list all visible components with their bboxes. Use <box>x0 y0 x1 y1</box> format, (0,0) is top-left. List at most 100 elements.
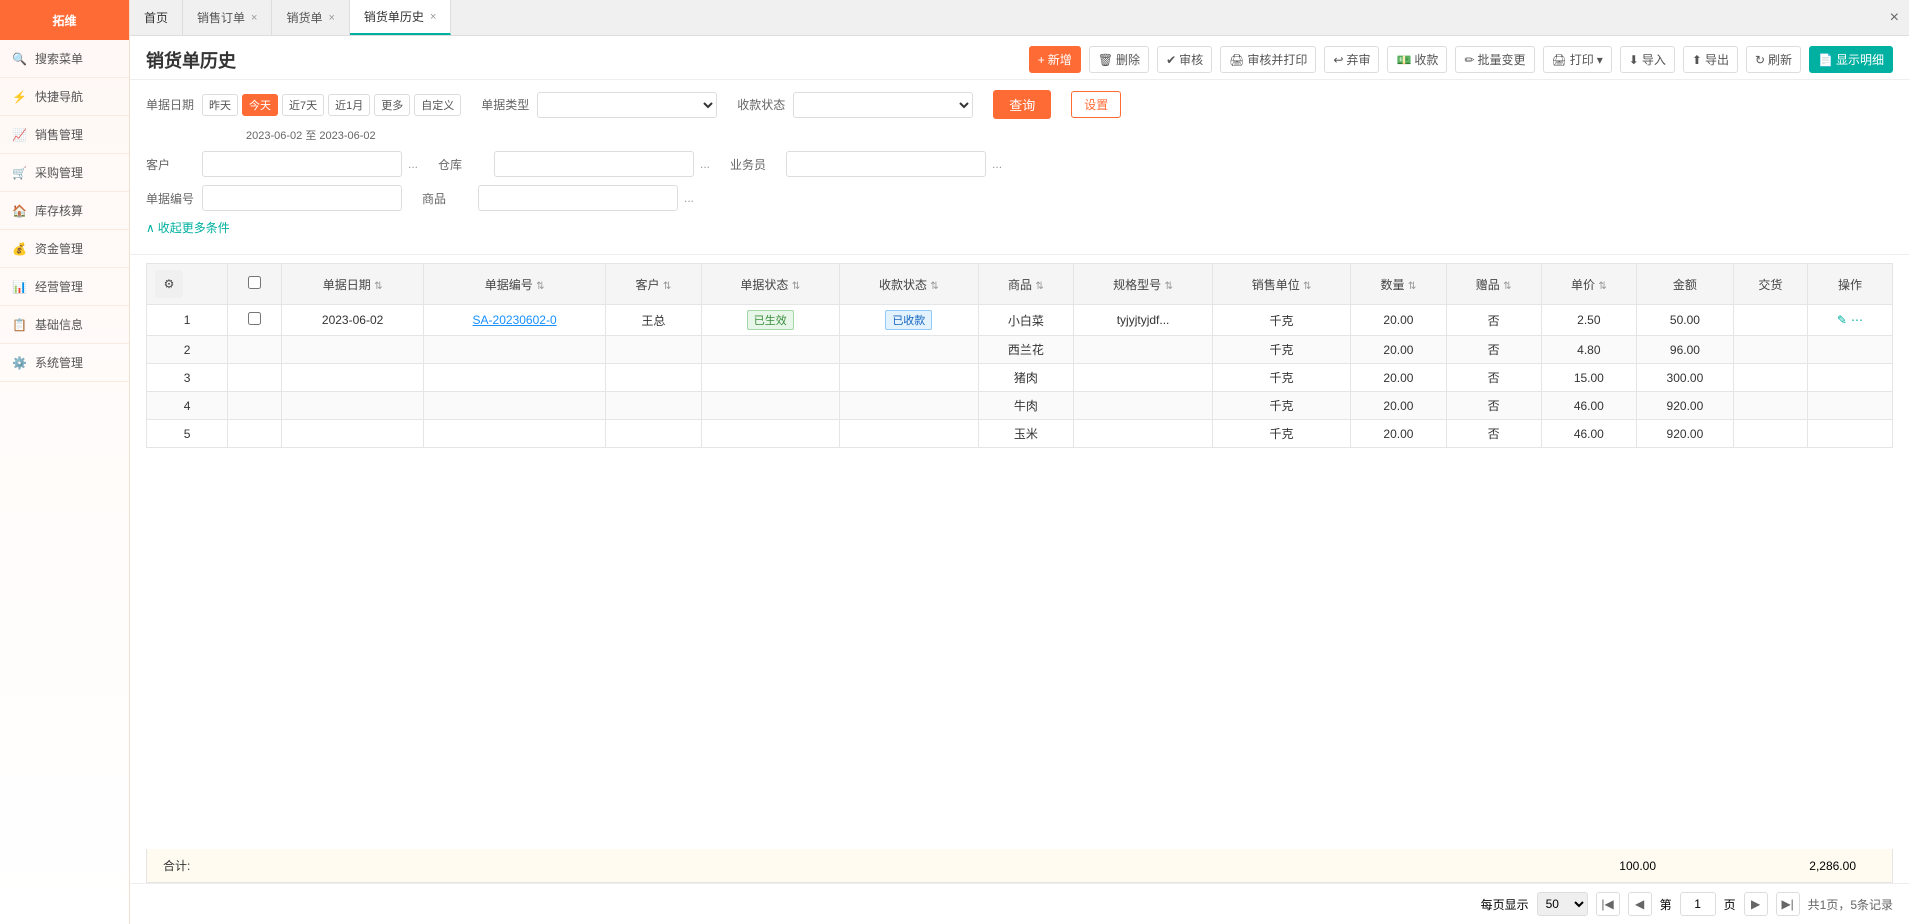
col-checkbox[interactable] <box>228 264 282 305</box>
col-gift-sort[interactable]: ⇅ <box>1503 281 1511 292</box>
col-payment-status-sort[interactable]: ⇅ <box>930 281 938 292</box>
col-doc-date-sort[interactable]: ⇅ <box>374 281 382 292</box>
payment-status-select[interactable] <box>793 92 973 118</box>
settings-gear-icon[interactable]: ⚙ <box>155 270 183 298</box>
staff-input[interactable] <box>786 151 986 177</box>
tab-sales-shipment-close[interactable]: × <box>328 12 334 24</box>
col-spec: 规格型号 ⇅ <box>1074 264 1213 305</box>
col-doc-status-sort[interactable]: ⇅ <box>792 281 800 292</box>
date-btn-yesterday[interactable]: 昨天 <box>202 94 238 116</box>
customer-input[interactable] <box>202 151 402 177</box>
date-btn-7days[interactable]: 近7天 <box>282 94 324 116</box>
batch-change-button[interactable]: ✏ 批量变更 <box>1455 46 1534 73</box>
row-checkbox[interactable] <box>248 312 261 325</box>
collapse-button[interactable]: ∧ 收起更多条件 <box>146 219 230 236</box>
cell-checkbox[interactable] <box>228 420 282 448</box>
sidebar-item-finance[interactable]: 💰 资金管理 <box>0 230 129 268</box>
tab-sales-shipment[interactable]: 销货单 × <box>272 0 349 35</box>
col-doc-no-sort[interactable]: ⇅ <box>536 281 544 292</box>
cell-checkbox[interactable] <box>228 336 282 364</box>
table-row: 5 玉米 千克 20.00 否 46.00 920.00 <box>147 420 1893 448</box>
edit-action[interactable]: ✎ <box>1837 313 1847 327</box>
tab-sales-order[interactable]: 销售订单 × <box>183 0 272 35</box>
col-product: 商品 ⇅ <box>978 264 1074 305</box>
tab-sales-history[interactable]: 销货单历史 × <box>350 0 451 35</box>
main-area: 首页 销售订单 × 销货单 × 销货单历史 × × 销货单历史 + 新增 <box>130 0 1909 924</box>
date-btn-more[interactable]: 更多 <box>374 94 410 116</box>
print-icon: 🖨 <box>1552 53 1567 67</box>
sidebar-item-label: 快捷导航 <box>35 88 83 105</box>
staff-dots[interactable]: ... <box>992 157 1002 171</box>
add-button[interactable]: + 新增 <box>1029 46 1081 73</box>
sidebar-item-operations[interactable]: 📊 经营管理 <box>0 268 129 306</box>
import-button[interactable]: ⬇ 导入 <box>1620 46 1675 73</box>
table-row: 2 西兰花 千克 20.00 否 4.80 96.00 <box>147 336 1893 364</box>
col-unit-price-sort[interactable]: ⇅ <box>1598 281 1606 292</box>
audit-print-button[interactable]: 🖨 审核并打印 <box>1220 46 1316 73</box>
more-action[interactable]: ⋯ <box>1851 313 1863 327</box>
cell-checkbox[interactable] <box>228 364 282 392</box>
show-detail-label: 显示明细 <box>1836 51 1884 68</box>
customer-dots[interactable]: ... <box>408 157 418 171</box>
date-btn-custom[interactable]: 自定义 <box>414 94 461 116</box>
tab-sales-shipment-label: 销货单 <box>286 9 322 26</box>
cell-unit-price: 15.00 <box>1541 364 1636 392</box>
col-sales-unit-sort[interactable]: ⇅ <box>1303 281 1311 292</box>
warehouse-input[interactable] <box>494 151 694 177</box>
tab-home[interactable]: 首页 <box>130 0 183 35</box>
product-input[interactable] <box>478 185 678 211</box>
abandon-button[interactable]: ↩ 弃审 <box>1324 46 1379 73</box>
sidebar-item-label: 销售管理 <box>35 126 83 143</box>
sidebar-item-quick-nav[interactable]: ⚡ 快捷导航 <box>0 78 129 116</box>
cell-checkbox[interactable] <box>228 305 282 336</box>
doc-no-link[interactable]: SA-20230602-0 <box>473 313 557 327</box>
doc-type-label: 单据类型 <box>481 96 531 113</box>
cell-transaction <box>1733 336 1807 364</box>
audit-print-icon: 🖨 <box>1229 53 1244 67</box>
export-button[interactable]: ⬆ 导出 <box>1683 46 1738 73</box>
query-button[interactable]: 查询 <box>993 90 1051 119</box>
doc-type-select[interactable] <box>537 92 717 118</box>
print-button[interactable]: 🖨 打印 ▾ <box>1543 46 1612 73</box>
sidebar-item-sales-mgmt[interactable]: 📈 销售管理 <box>0 116 129 154</box>
prev-page-button[interactable]: ◀ <box>1628 892 1652 916</box>
setting-button[interactable]: 设置 <box>1071 91 1121 118</box>
per-page-select[interactable]: 50 100 <box>1537 892 1588 916</box>
tab-sales-history-close[interactable]: × <box>430 11 436 23</box>
sidebar-item-base-info[interactable]: 📋 基础信息 <box>0 306 129 344</box>
delete-button[interactable]: 🗑 删除 <box>1089 46 1149 73</box>
date-btn-1month[interactable]: 近1月 <box>328 94 370 116</box>
col-transaction: 交货 <box>1733 264 1807 305</box>
window-close-button[interactable]: × <box>1890 9 1899 27</box>
col-spec-sort[interactable]: ⇅ <box>1165 281 1173 292</box>
col-customer-sort[interactable]: ⇅ <box>663 281 671 292</box>
cell-product: 西兰花 <box>978 336 1074 364</box>
collect-button[interactable]: 💵 收款 <box>1387 46 1447 73</box>
next-page-button[interactable]: ▶ <box>1744 892 1768 916</box>
cell-customer <box>606 364 701 392</box>
col-settings[interactable]: ⚙ <box>147 264 228 305</box>
date-btn-today[interactable]: 今天 <box>242 94 278 116</box>
show-detail-button[interactable]: 📄 显示明细 <box>1809 46 1893 73</box>
audit-button[interactable]: ✔ 审核 <box>1157 46 1212 73</box>
sidebar-item-sys-mgmt[interactable]: ⚙️ 系统管理 <box>0 344 129 382</box>
col-qty-sort[interactable]: ⇅ <box>1408 281 1416 292</box>
cell-qty: 20.00 <box>1351 420 1446 448</box>
refresh-button[interactable]: ↻ 刷新 <box>1746 46 1801 73</box>
sidebar-item-inventory[interactable]: 🏠 库存核算 <box>0 192 129 230</box>
sidebar-item-purchase-mgmt[interactable]: 🛒 采购管理 <box>0 154 129 192</box>
cell-amount: 920.00 <box>1636 392 1733 420</box>
select-all-checkbox[interactable] <box>248 276 261 289</box>
page-number-input[interactable] <box>1680 892 1716 916</box>
sidebar-item-search-menu[interactable]: 🔍 搜索菜单 <box>0 40 129 78</box>
cell-checkbox[interactable] <box>228 392 282 420</box>
doc-no-input[interactable] <box>202 185 402 211</box>
cell-customer <box>606 336 701 364</box>
first-page-button[interactable]: |◀ <box>1596 892 1620 916</box>
col-product-sort[interactable]: ⇅ <box>1035 281 1043 292</box>
col-unit-price: 单价 ⇅ <box>1541 264 1636 305</box>
warehouse-dots[interactable]: ... <box>700 157 710 171</box>
product-dots[interactable]: ... <box>684 191 694 205</box>
last-page-button[interactable]: ▶| <box>1776 892 1800 916</box>
tab-sales-order-close[interactable]: × <box>251 12 257 24</box>
